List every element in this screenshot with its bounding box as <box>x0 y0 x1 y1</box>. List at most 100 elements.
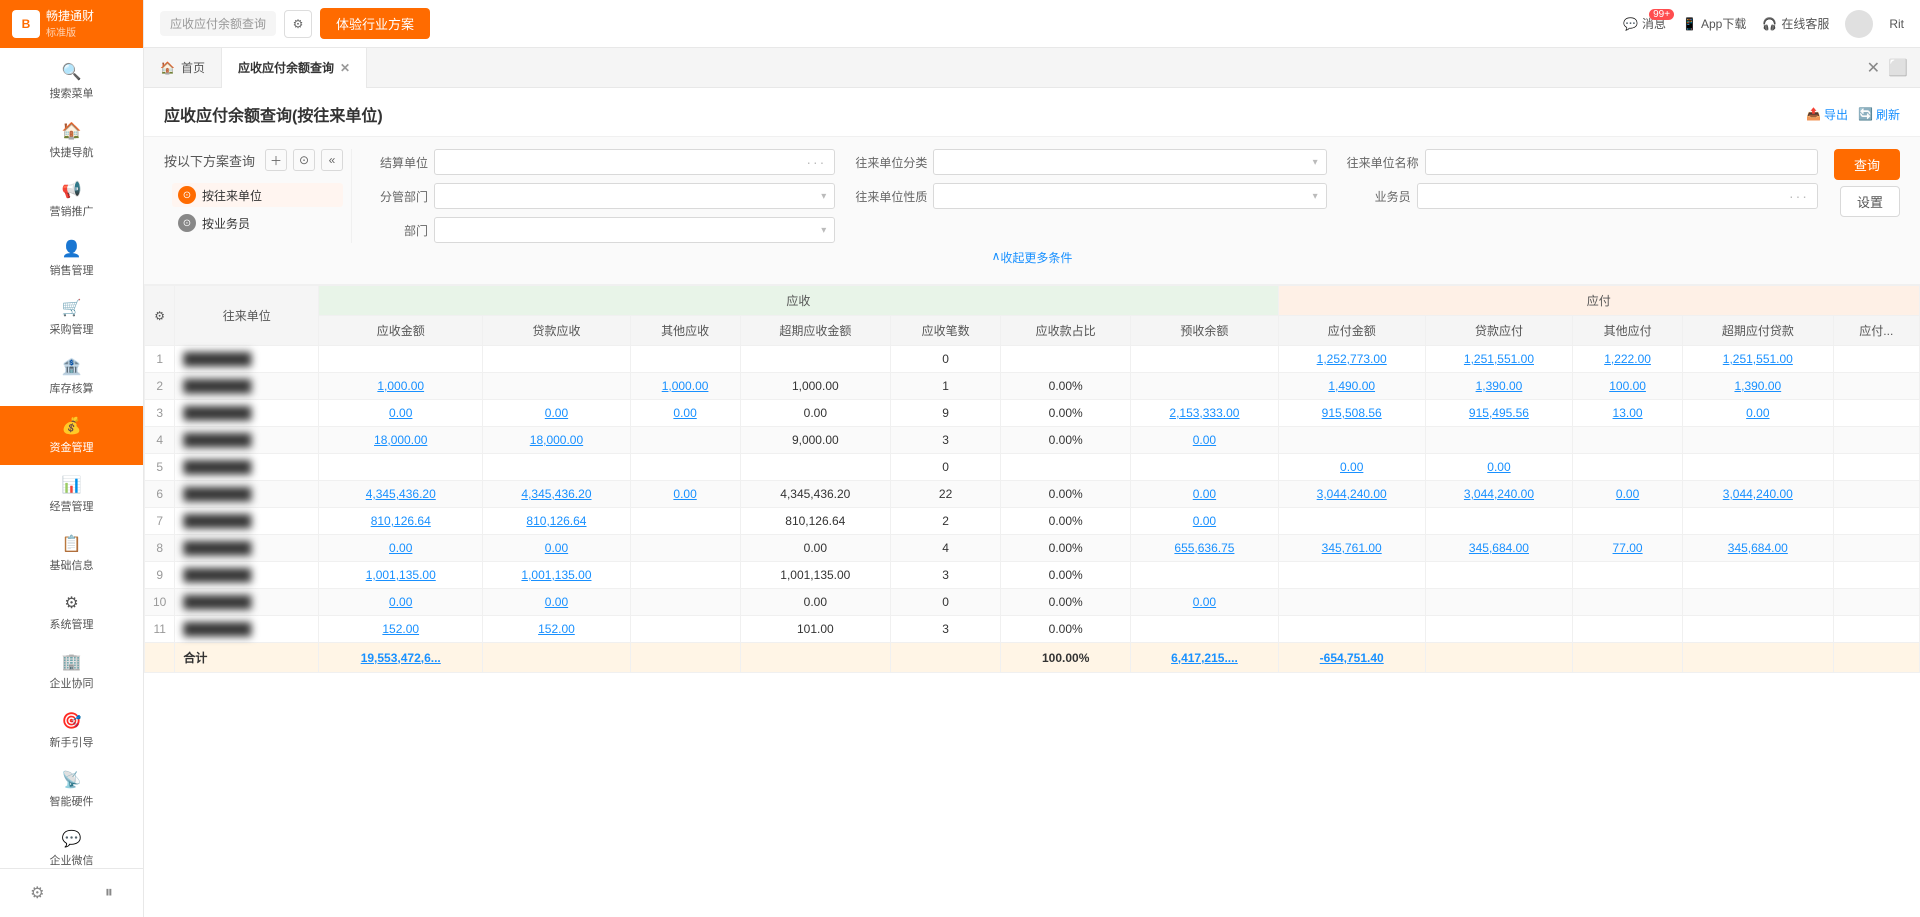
tab-bar: 🏠 首页 应收应付余额查询 ✕ ✕ ⬜ <box>144 48 1920 88</box>
scheme-by-partner[interactable]: ⊙ 按往来单位 <box>172 183 343 207</box>
solution-btn[interactable]: 体验行业方案 <box>320 8 430 39</box>
sidebar-item-operations[interactable]: 📊 经营管理 <box>0 465 143 524</box>
col-ar-overdue: 超期应收金额 <box>740 316 891 346</box>
col-ap-overdue: 超期应付贷款 <box>1683 316 1834 346</box>
table-row: 8████████0.000.000.0040.00%655,636.75345… <box>145 535 1920 562</box>
wechat-icon: 💬 <box>62 829 82 849</box>
group-ap-header: 应付 <box>1278 286 1919 316</box>
col-ar-loan: 贷款应收 <box>483 316 630 346</box>
partner-category-select[interactable]: ▾ <box>933 149 1326 175</box>
salesman-dots: ··· <box>1789 188 1809 204</box>
partner-name: ████████ <box>175 346 319 373</box>
export-btn[interactable]: 📤 导出 <box>1806 106 1848 123</box>
col-ap-extra: 应付... <box>1833 316 1919 346</box>
tab-action-close[interactable]: ✕ <box>1867 58 1880 78</box>
filter-edit-btn[interactable]: ⊙ <box>293 149 315 171</box>
filter-area: 按以下方案查询 ＋ ⊙ « ⊙ 按往来单位 ⊙ <box>144 137 1920 285</box>
refresh-btn[interactable]: 🔄 刷新 <box>1858 106 1900 123</box>
logo-text: 畅捷通财 <box>46 9 94 25</box>
dept-select[interactable]: ▾ <box>434 217 835 243</box>
table-row: 1████████01,252,773.001,251,551.001,222.… <box>145 346 1920 373</box>
sidebar-item-system[interactable]: ⚙ 系统管理 <box>0 583 143 642</box>
tab-close-icon[interactable]: ✕ <box>340 61 350 75</box>
tab-action-expand[interactable]: ⬜ <box>1888 58 1908 78</box>
partner-name-input[interactable] <box>1425 149 1818 175</box>
footer-ar-amount[interactable]: 19,553,472,6... <box>319 643 483 673</box>
footer-ar-ratio: 100.00% <box>1001 643 1131 673</box>
col-ar-prepay: 预收余额 <box>1131 316 1278 346</box>
partner-name: ████████ <box>175 535 319 562</box>
partner-name-label: 往来单位名称 <box>1347 154 1419 171</box>
col-settings[interactable]: ⚙ <box>145 286 175 346</box>
sales-icon: 👤 <box>62 239 82 259</box>
sidebar-item-sales[interactable]: 👤 销售管理 <box>0 229 143 288</box>
user-avatar[interactable] <box>1845 10 1873 38</box>
query-button[interactable]: 查询 <box>1834 149 1900 180</box>
col-ar-amount: 应收金额 <box>319 316 483 346</box>
partner-nature-select[interactable]: ▾ <box>933 183 1326 209</box>
sidebar-collapse-btn[interactable]: ⏸ <box>97 880 121 906</box>
data-table: ⚙ 往来单位 应收 应付 应收金额 贷款应收 其他应收 超期应收金额 应收笔数 … <box>144 285 1920 673</box>
footer-ap-amount[interactable]: -654,751.40 <box>1278 643 1425 673</box>
filter-add-btn[interactable]: ＋ <box>265 149 287 171</box>
sidebar-bottom: ⚙ ⏸ <box>0 868 143 917</box>
top-bar-right: 💬 消息 99+ 📱 App下载 🎧 在线客服 Rit <box>1623 10 1904 38</box>
online-service[interactable]: 🎧 在线客服 <box>1762 15 1829 32</box>
scheme-by-salesman[interactable]: ⊙ 按业务员 <box>172 211 343 235</box>
filter-header: 按以下方案查询 ＋ ⊙ « <box>164 149 343 171</box>
table-row: 5████████00.000.00 <box>145 454 1920 481</box>
sidebar-item-enterprise[interactable]: 🏢 企业协同 <box>0 642 143 701</box>
col-ap-loan: 贷款应付 <box>1425 316 1572 346</box>
sidebar-item-purchase[interactable]: 🛒 采购管理 <box>0 288 143 347</box>
sidebar-item-guide[interactable]: 🎯 新手引导 <box>0 701 143 760</box>
search-menu-icon: 🔍 <box>62 62 82 82</box>
capital-label: 资金管理 <box>50 439 94 455</box>
table-row: 2████████1,000.001,000.001,000.0010.00%1… <box>145 373 1920 400</box>
sidebar-item-search-menu[interactable]: 🔍 搜索菜单 <box>0 52 143 111</box>
capital-icon: 💰 <box>62 416 82 436</box>
sidebar-item-basics[interactable]: 📋 基础信息 <box>0 524 143 583</box>
hardware-icon: 📡 <box>62 770 82 790</box>
dept-manager-select[interactable]: ▾ <box>434 183 835 209</box>
col-partner-header: 往来单位 <box>175 286 319 346</box>
refresh-icon: 🔄 <box>1858 107 1873 121</box>
main-filter-grid: 结算单位 ··· 往来单位分类 ▾ 往来单位 <box>364 149 1818 243</box>
messages-count: 99+ <box>1649 9 1674 20</box>
sidebar-settings-btn[interactable]: ⚙ <box>22 879 52 907</box>
filter-collapse-btn[interactable]: « <box>321 149 343 171</box>
field-dept: 部门 ▾ <box>364 217 835 243</box>
page-title: 应收应付余额查询(按往来单位) <box>164 102 383 126</box>
col-ap-other: 其他应付 <box>1573 316 1683 346</box>
partner-name: ████████ <box>175 400 319 427</box>
top-bar: 应收应付余额查询 ⚙ 体验行业方案 💬 消息 99+ 📱 App下载 🎧 在线客… <box>144 0 1920 48</box>
footer-ar-prepay[interactable]: 6,417,215.... <box>1131 643 1278 673</box>
tab-ar-ap-label: 应收应付余额查询 <box>238 59 334 76</box>
group-ar-header: 应收 <box>319 286 1278 316</box>
salesman-input[interactable]: ··· <box>1417 183 1818 209</box>
footer-label: 合计 <box>175 643 319 673</box>
system-icon: ⚙ <box>64 593 78 613</box>
sidebar-item-quick-nav[interactable]: 🏠 快捷导航 <box>0 111 143 170</box>
tab-home[interactable]: 🏠 首页 <box>144 48 222 88</box>
enterprise-label: 企业协同 <box>50 675 94 691</box>
sidebar-item-wechat[interactable]: 💬 企业微信 <box>0 819 143 868</box>
settings-button[interactable]: 设置 <box>1840 186 1900 217</box>
quick-nav-icon: 🏠 <box>62 121 82 141</box>
sidebar-item-inventory[interactable]: 🏦 库存核算 <box>0 347 143 406</box>
system-label: 系统管理 <box>50 616 94 632</box>
marketing-label: 营销推广 <box>50 203 94 219</box>
purchase-icon: 🛒 <box>62 298 82 318</box>
home-icon: 🏠 <box>160 61 175 75</box>
messages-badge[interactable]: 💬 消息 99+ <box>1623 15 1666 32</box>
collapse-bar[interactable]: ∧ 收起更多条件 <box>164 243 1900 272</box>
partner-nature-caret: ▾ <box>1313 191 1318 202</box>
tab-ar-ap[interactable]: 应收应付余额查询 ✕ <box>222 48 367 88</box>
sidebar-item-marketing[interactable]: 📢 营销推广 <box>0 170 143 229</box>
table-row: 3████████0.000.000.000.0090.00%2,153,333… <box>145 400 1920 427</box>
app-download[interactable]: 📱 App下载 <box>1682 15 1746 32</box>
collapse-label: 收起更多条件 <box>1000 249 1072 266</box>
sidebar-item-capital[interactable]: 💰 资金管理 <box>0 406 143 465</box>
sidebar-item-hardware[interactable]: 📡 智能硬件 <box>0 760 143 819</box>
gear-button[interactable]: ⚙ <box>284 10 312 38</box>
settlement-unit-input[interactable]: ··· <box>434 149 835 175</box>
